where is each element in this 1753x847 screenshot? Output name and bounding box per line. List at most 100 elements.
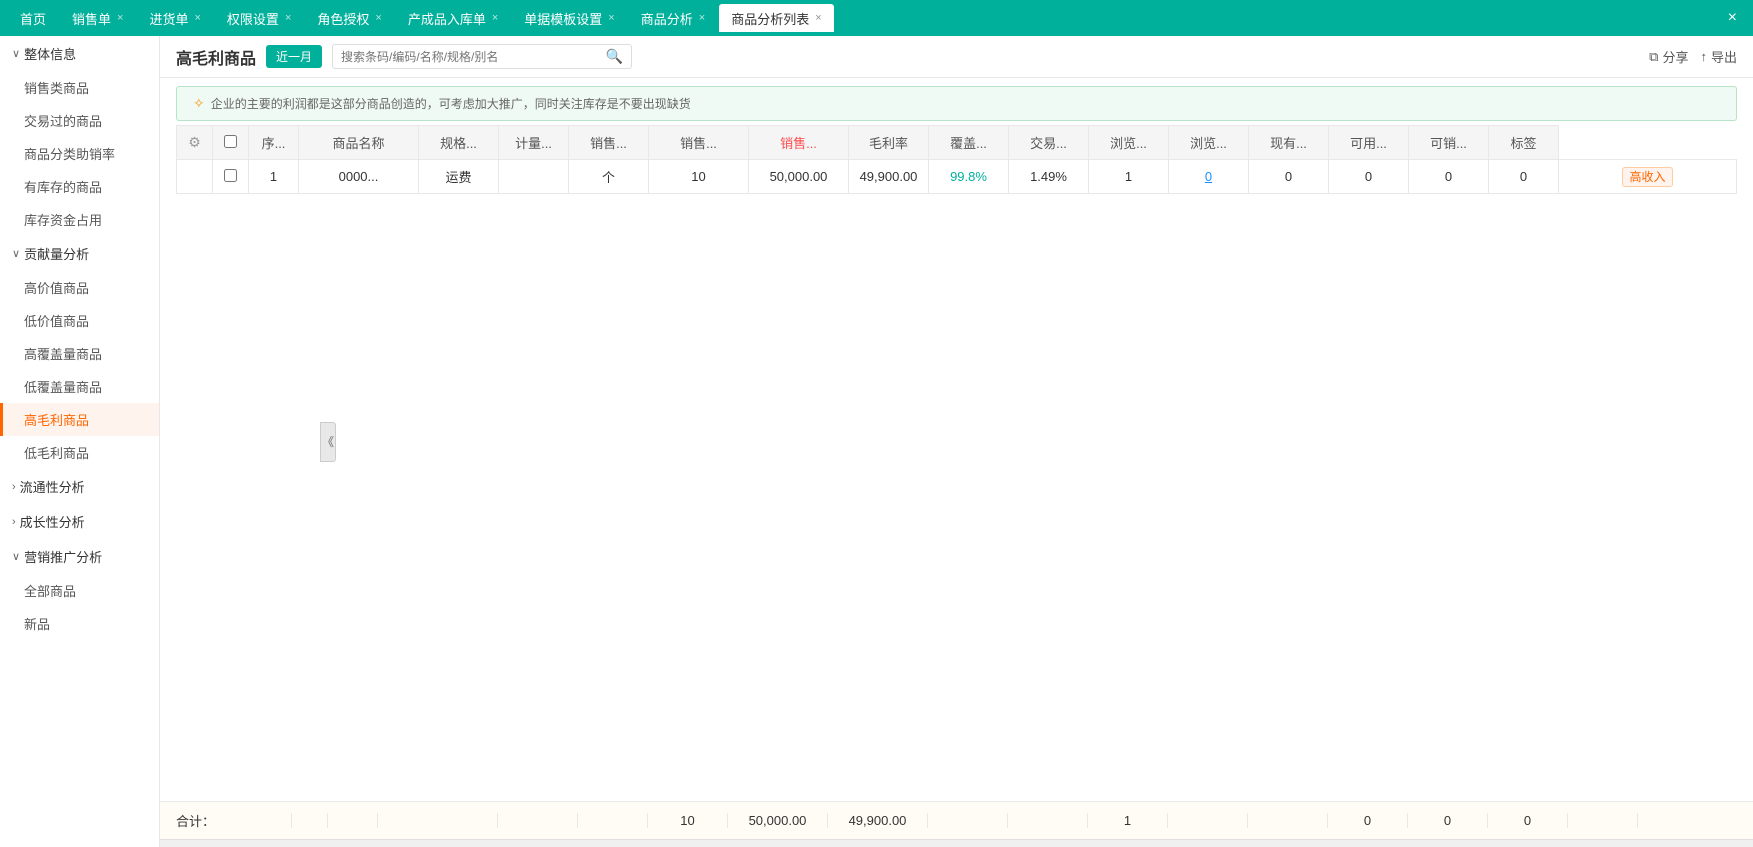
col-coverage: 覆盖... xyxy=(929,126,1009,160)
tab-home[interactable]: 首页 xyxy=(8,4,58,32)
col-sales-qty: 销售... xyxy=(569,126,649,160)
footer-cell xyxy=(578,813,648,828)
cell-available: 0 xyxy=(1409,160,1489,194)
col-settings[interactable]: ⚙ xyxy=(177,126,213,160)
cell-coverage: 1.49% xyxy=(1009,160,1089,194)
close-tab-sales-order[interactable]: × xyxy=(117,12,123,24)
tab-product-analysis-list[interactable]: 商品分析列表 × xyxy=(719,4,833,32)
close-tab-role-auth[interactable]: × xyxy=(375,12,381,24)
sidebar-group-overall[interactable]: ∨ 整体信息 xyxy=(0,36,159,71)
cell-tag: 高收入 xyxy=(1559,160,1737,194)
select-all-checkbox[interactable] xyxy=(224,135,237,148)
col-gross-rate: 毛利率 xyxy=(849,126,929,160)
tab-sales-order[interactable]: 销售单 × xyxy=(60,4,135,32)
tab-purchase-order[interactable]: 进货单 × xyxy=(137,4,212,32)
sidebar-item-high-value[interactable]: 高价值商品 xyxy=(0,271,159,304)
footer-cell xyxy=(378,813,498,828)
arrow-icon-marketing: ∨ xyxy=(12,550,20,563)
sidebar-collapse-button[interactable]: 《 xyxy=(320,422,336,462)
close-tab-product-analysis[interactable]: × xyxy=(699,12,705,24)
sidebar-item-stock-goods[interactable]: 有库存的商品 xyxy=(0,170,159,203)
close-all-button[interactable]: × xyxy=(1720,9,1745,27)
page-title: 高毛利商品 xyxy=(176,45,256,69)
sidebar-item-high-coverage[interactable]: 高覆盖量商品 xyxy=(0,337,159,370)
footer-cell xyxy=(256,813,292,828)
close-tab-product-inbound[interactable]: × xyxy=(492,12,498,24)
sidebar-group-liquidity[interactable]: › 流通性分析 xyxy=(0,469,159,504)
sidebar-item-category-assist-rate[interactable]: 商品分类助销率 xyxy=(0,137,159,170)
search-input[interactable] xyxy=(341,50,606,64)
table-wrapper[interactable]: ⚙ 序... 商品名称 规格... 计量... 销售... 销售... 销售..… xyxy=(160,125,1753,801)
col-tag: 标签 xyxy=(1489,126,1559,160)
cell-gross-rate: 99.8% xyxy=(929,160,1009,194)
top-navigation: 首页 销售单 × 进货单 × 权限设置 × 角色授权 × 产成品入库单 × 单据… xyxy=(0,0,1753,36)
search-icon[interactable]: 🔍 xyxy=(606,48,623,65)
footer-cell xyxy=(928,813,1008,828)
export-icon: ↑ xyxy=(1700,49,1707,64)
content-header: 高毛利商品 近一月 🔍 ⧉ 分享 ↑ 导出 xyxy=(160,36,1753,78)
col-unit: 计量... xyxy=(499,126,569,160)
tab-template-settings[interactable]: 单据模板设置 × xyxy=(512,4,626,32)
sidebar-item-new-goods[interactable]: 新品 xyxy=(0,607,159,640)
footer-cells: 1050,000.0049,900.001000 xyxy=(256,813,1737,828)
close-tab-product-analysis-list[interactable]: × xyxy=(815,12,821,24)
footer-cell: 1 xyxy=(1088,813,1168,828)
sidebar-item-high-margin[interactable]: 高毛利商品 xyxy=(0,403,159,436)
footer-cell xyxy=(1568,813,1638,828)
col-browse1: 浏览... xyxy=(1089,126,1169,160)
cell-unit: 个 xyxy=(569,160,649,194)
sidebar-item-low-margin[interactable]: 低毛利商品 xyxy=(0,436,159,469)
footer-cell: 50,000.00 xyxy=(728,813,828,828)
cell-transaction: 1 xyxy=(1089,160,1169,194)
sidebar-item-all-goods[interactable]: 全部商品 xyxy=(0,574,159,607)
sidebar-group-marketing[interactable]: ∨ 营销推广分析 xyxy=(0,539,159,574)
tab-product-inbound[interactable]: 产成品入库单 × xyxy=(396,4,510,32)
col-browse2: 浏览... xyxy=(1169,126,1249,160)
col-sales-amount: 销售... xyxy=(649,126,749,160)
sidebar-item-traded-goods[interactable]: 交易过的商品 xyxy=(0,104,159,137)
arrow-icon: ∨ xyxy=(12,47,20,60)
sidebar: ∨ 整体信息 销售类商品 交易过的商品 商品分类助销率 有库存的商品 库存资金占… xyxy=(0,36,160,847)
footer-label: 合计： xyxy=(176,811,256,830)
sidebar-item-low-value[interactable]: 低价值商品 xyxy=(0,304,159,337)
header-actions: ⧉ 分享 ↑ 导出 xyxy=(1649,47,1737,66)
col-current-stock: 现有... xyxy=(1249,126,1329,160)
export-button[interactable]: ↑ 导出 xyxy=(1700,47,1737,66)
cell-sales-amount: 50,000.00 xyxy=(749,160,849,194)
col-sales-cost: 销售... xyxy=(749,126,849,160)
sidebar-group-growth[interactable]: › 成长性分析 xyxy=(0,504,159,539)
period-button[interactable]: 近一月 xyxy=(266,45,322,68)
close-tab-purchase-order[interactable]: × xyxy=(194,12,200,24)
cell-browse1[interactable]: 0 xyxy=(1169,160,1249,194)
sidebar-item-inventory-fund[interactable]: 库存资金占用 xyxy=(0,203,159,236)
col-index: 序... xyxy=(249,126,299,160)
close-tab-template-settings[interactable]: × xyxy=(608,12,614,24)
cell-browse2: 0 xyxy=(1249,160,1329,194)
settings-icon[interactable]: ⚙ xyxy=(188,134,201,150)
share-icon: ⧉ xyxy=(1649,49,1658,65)
footer-cell xyxy=(1248,813,1328,828)
sidebar-item-low-coverage[interactable]: 低覆盖量商品 xyxy=(0,370,159,403)
sidebar-group-contribution[interactable]: ∨ 贡献量分析 xyxy=(0,236,159,271)
footer-cell: 0 xyxy=(1408,813,1488,828)
col-name: 商品名称 xyxy=(299,126,419,160)
row-checkbox[interactable] xyxy=(224,169,237,182)
sidebar-item-sales-goods[interactable]: 销售类商品 xyxy=(0,71,159,104)
search-box: 🔍 xyxy=(332,44,632,69)
tag-badge: 高收入 xyxy=(1622,167,1672,187)
data-table: ⚙ 序... 商品名称 规格... 计量... 销售... 销售... 销售..… xyxy=(176,125,1737,194)
share-button[interactable]: ⧉ 分享 xyxy=(1649,47,1688,66)
bottom-scrollbar[interactable] xyxy=(160,839,1753,847)
tab-role-auth[interactable]: 角色授权 × xyxy=(305,4,393,32)
cell-spec xyxy=(499,160,569,194)
col-saleable: 可销... xyxy=(1409,126,1489,160)
cell-sales-cost: 49,900.00 xyxy=(849,160,929,194)
footer-cell: 0 xyxy=(1488,813,1568,828)
close-tab-permission-settings[interactable]: × xyxy=(285,12,291,24)
footer-total: 合计： 1050,000.0049,900.001000 xyxy=(160,801,1753,839)
cell-code: 0000... xyxy=(299,160,419,194)
footer-cell xyxy=(292,813,328,828)
tab-product-analysis[interactable]: 商品分析 × xyxy=(629,4,717,32)
footer-cell xyxy=(1008,813,1088,828)
tab-permission-settings[interactable]: 权限设置 × xyxy=(215,4,303,32)
